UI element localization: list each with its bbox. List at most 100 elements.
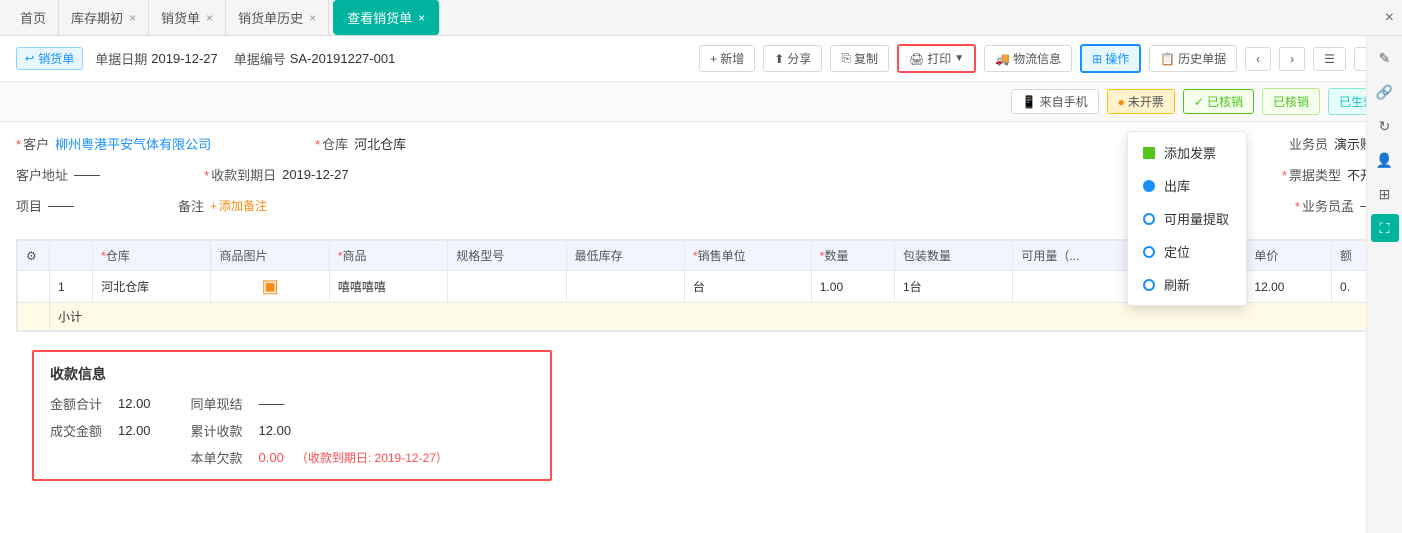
doc-type-badge: ↩ 销货单 bbox=[16, 47, 83, 70]
history-icon: 📋 bbox=[1160, 52, 1175, 66]
sidebar-expand-icon[interactable]: ⛶ bbox=[1371, 214, 1399, 242]
summary-item-deal: 成交金额 12.00 bbox=[50, 421, 151, 440]
sidebar-user-icon[interactable]: 👤 bbox=[1371, 146, 1399, 174]
col-min-stock: 最低库存 bbox=[566, 241, 684, 271]
history-button[interactable]: 📋 历史单据 bbox=[1149, 45, 1237, 72]
logistics-button[interactable]: 🚚 物流信息 bbox=[984, 45, 1072, 72]
payment-due-label: 收款到期日 bbox=[204, 165, 276, 184]
dropdown-refresh[interactable]: 刷新 bbox=[1128, 268, 1246, 301]
owed-value: 0.00 bbox=[259, 450, 284, 465]
doc-meta: 单据日期 2019-12-27 单据编号 SA-20191227-001 bbox=[95, 49, 699, 68]
address-field: 客户地址 —— bbox=[16, 165, 100, 184]
summary-col-left: 金额合计 12.00 成交金额 12.00 bbox=[50, 394, 151, 467]
cell-sales-unit: 台 bbox=[684, 271, 811, 303]
dropdown-available-qty[interactable]: 可用量提取 bbox=[1128, 202, 1246, 235]
project-label: 项目 bbox=[16, 196, 42, 215]
warehouse-field: 仓库 河北仓库 bbox=[315, 134, 406, 153]
owed-label: 本单欠款 bbox=[191, 448, 251, 467]
warehouse-value: 河北仓库 bbox=[354, 134, 406, 153]
share-button[interactable]: ⬆ 分享 bbox=[763, 45, 822, 72]
meta-no: 单据编号 SA-20191227-001 bbox=[234, 49, 396, 68]
ticket-type-label: 票据类型 bbox=[1282, 165, 1341, 184]
project-value: —— bbox=[48, 198, 74, 213]
customer-field: 客户 柳州粤港平安气体有限公司 bbox=[16, 134, 211, 153]
col-product: *商品 bbox=[329, 241, 447, 271]
summary-item-cumulative: 累计收款 12.00 bbox=[191, 421, 448, 440]
copy-button[interactable]: ⎘ 复制 bbox=[830, 45, 889, 72]
tab-sales-order[interactable]: 销货单 × bbox=[149, 0, 226, 35]
warehouse-label: 仓库 bbox=[315, 134, 348, 153]
summary-col-right: 同单现结 —— 累计收款 12.00 本单欠款 0.00 （收款到期日: 201… bbox=[191, 394, 448, 467]
summary-box: 收款信息 金额合计 12.00 成交金额 12.00 bbox=[32, 350, 552, 481]
cell-product-img: ▣ bbox=[211, 271, 329, 303]
next-button[interactable]: › bbox=[1279, 47, 1305, 71]
tab-close-sales[interactable]: × bbox=[206, 11, 213, 25]
copy-icon: ⎘ bbox=[841, 51, 851, 66]
plus-icon: + bbox=[210, 199, 217, 213]
product-image: ▣ bbox=[262, 276, 279, 296]
total-label: 金额合计 bbox=[50, 394, 110, 413]
available-qty-label: 可用量提取 bbox=[1164, 209, 1229, 228]
sidebar-link-icon[interactable]: 🔗 bbox=[1371, 78, 1399, 106]
customer-label: 客户 bbox=[16, 134, 49, 153]
ticket-icon: ● bbox=[1118, 95, 1125, 109]
sidebar-table-icon[interactable]: ⊞ bbox=[1371, 180, 1399, 208]
cancelled-btn[interactable]: 已核销 bbox=[1262, 88, 1320, 115]
tab-home[interactable]: 首页 bbox=[8, 0, 59, 35]
cell-unit-price: 12.00 bbox=[1246, 271, 1332, 303]
tab-inventory-init[interactable]: 库存期初 × bbox=[59, 0, 149, 35]
col-gear[interactable]: ⚙ bbox=[18, 241, 50, 271]
add-note-btn[interactable]: + 添加备注 bbox=[210, 197, 267, 214]
dropdown-locate[interactable]: 定位 bbox=[1128, 235, 1246, 268]
grid-view-button[interactable]: ☰ bbox=[1313, 47, 1346, 71]
project-field: 项目 —— bbox=[16, 196, 74, 215]
prev-button[interactable]: ‹ bbox=[1245, 47, 1271, 71]
print-icon: 🖨 bbox=[909, 52, 924, 66]
main-area: ↩ 销货单 单据日期 2019-12-27 单据编号 SA-20191227-0… bbox=[0, 36, 1402, 533]
address-value: —— bbox=[74, 167, 100, 182]
col-spec: 规格型号 bbox=[448, 241, 566, 271]
cell-qty: 1.00 bbox=[811, 271, 894, 303]
tab-sales-history[interactable]: 销货单历史 × bbox=[226, 0, 329, 35]
close-all-tabs[interactable]: × bbox=[1385, 9, 1394, 27]
subtotal-gear bbox=[18, 303, 50, 331]
total-value: 12.00 bbox=[118, 396, 151, 411]
ops-button[interactable]: ⊞ 操作 bbox=[1080, 44, 1141, 73]
dropdown-outbound[interactable]: 出库 bbox=[1128, 169, 1246, 202]
print-button[interactable]: 🖨 打印 ▼ bbox=[897, 44, 976, 73]
cell-seq: 1 bbox=[50, 271, 93, 303]
not-opened-btn[interactable]: ● 未开票 bbox=[1107, 89, 1175, 114]
sidebar-refresh-icon[interactable]: ↻ bbox=[1371, 112, 1399, 140]
col-unit-price: 单价 bbox=[1246, 241, 1332, 271]
note-label: 备注 bbox=[178, 196, 204, 215]
customer-value[interactable]: 柳州粤港平安气体有限公司 bbox=[55, 134, 211, 153]
deal-value: 12.00 bbox=[118, 423, 151, 438]
note-field: 备注 + 添加备注 bbox=[178, 196, 267, 215]
col-sales-unit: *销售单位 bbox=[684, 241, 811, 271]
refresh-label: 刷新 bbox=[1164, 275, 1190, 294]
col-product-img: 商品图片 bbox=[211, 241, 329, 271]
outbound-icon bbox=[1142, 179, 1156, 193]
check-btn[interactable]: ✓ 已核销 bbox=[1183, 89, 1254, 114]
sidebar-edit-icon[interactable]: ✎ bbox=[1371, 44, 1399, 72]
tab-close-history[interactable]: × bbox=[309, 11, 316, 25]
tab-view-sales[interactable]: 查看销货单 × bbox=[333, 0, 440, 35]
doc-actions: + 新增 ⬆ 分享 ⎘ 复制 🖨 打印 ▼ 🚚 物流信息 bbox=[699, 44, 1386, 73]
cell-min-stock bbox=[566, 271, 684, 303]
doc-header: ↩ 销货单 单据日期 2019-12-27 单据编号 SA-20191227-0… bbox=[0, 36, 1402, 82]
tab-close-view-sales[interactable]: × bbox=[418, 11, 425, 25]
locate-icon bbox=[1142, 245, 1156, 259]
owed-suffix: （收款到期日: 2019-12-27） bbox=[296, 449, 448, 466]
mobile-btn[interactable]: 📱 来自手机 bbox=[1011, 89, 1099, 114]
summary-area: 收款信息 金额合计 12.00 成交金额 12.00 bbox=[0, 332, 1402, 499]
col-qty: *数量 bbox=[811, 241, 894, 271]
tab-close-inventory[interactable]: × bbox=[129, 11, 136, 25]
col-seq bbox=[50, 241, 93, 271]
tab-bar: 首页 库存期初 × 销货单 × 销货单历史 × 查看销货单 × × bbox=[0, 0, 1402, 36]
dropdown-add-invoice[interactable]: 添加发票 bbox=[1128, 136, 1246, 169]
new-button[interactable]: + 新增 bbox=[699, 45, 755, 72]
summary-rows: 金额合计 12.00 成交金额 12.00 同单现结 —— bbox=[50, 394, 534, 467]
same-order-label: 同单现结 bbox=[191, 394, 251, 413]
staff-label: 业务员 bbox=[1289, 134, 1328, 153]
doc-type-icon: ↩ bbox=[25, 52, 34, 65]
